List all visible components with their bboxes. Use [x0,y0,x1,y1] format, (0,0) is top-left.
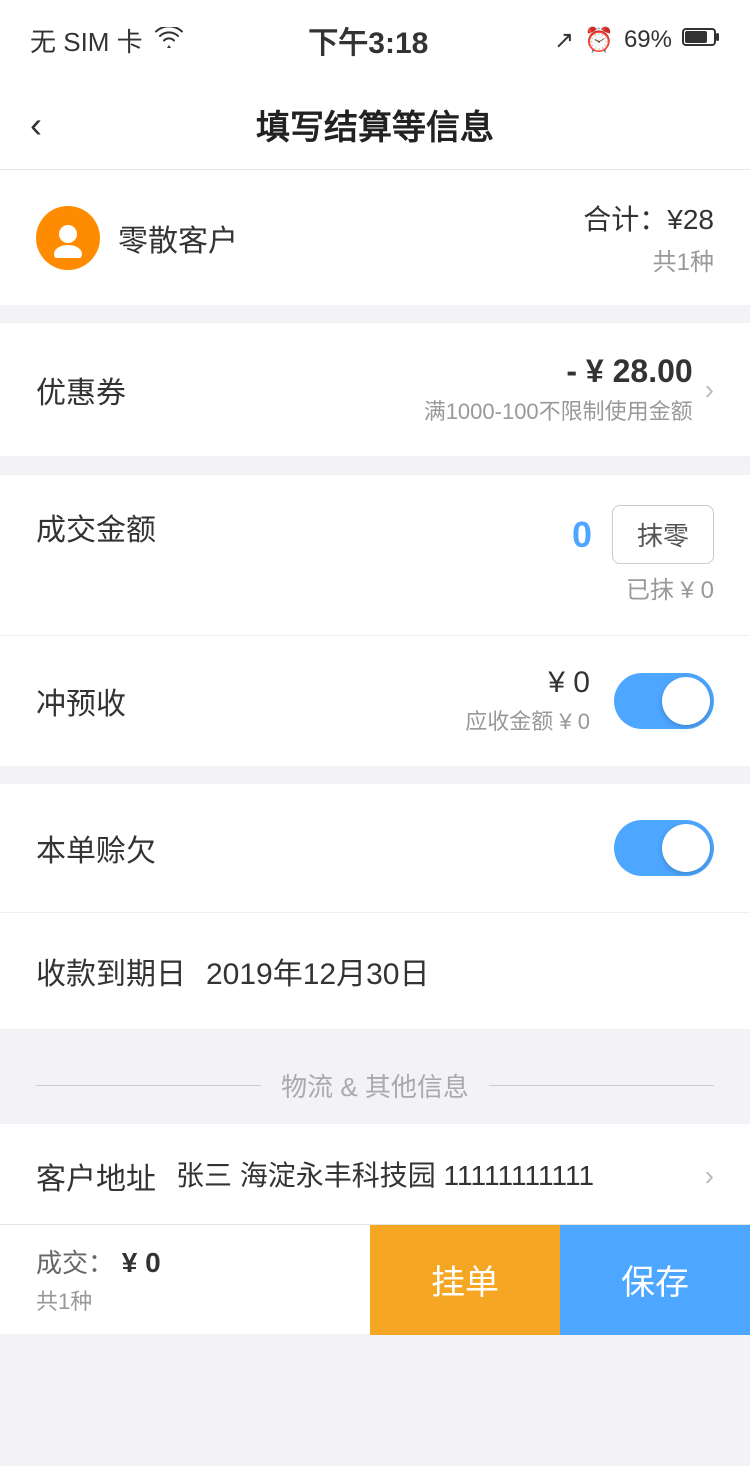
coupon-section: 优惠券 - ¥ 28.00 满1000-100不限制使用金额 › [0,323,750,457]
coupon-chevron: › [705,374,714,406]
coupon-discount: - ¥ 28.00 [424,353,693,390]
prereceive-row: 冲预收 ¥ 0 应收金额 ¥ 0 [0,636,750,766]
coupon-row[interactable]: 优惠券 - ¥ 28.00 满1000-100不限制使用金额 › [0,323,750,457]
nav-title: 填写结算等信息 [256,100,494,149]
prereceive-right: ¥ 0 应收金额 ¥ 0 [465,666,714,736]
battery-percent: 69% [624,26,672,54]
address-section: 客户地址 张三 海淀永丰科技园 11111111111 › [0,1124,750,1228]
prereceive-label: 冲预收 [36,679,126,723]
customer-total: 合计：¥28 共1种 [583,198,714,277]
debt-label: 本单赊欠 [36,826,156,870]
save-button[interactable]: 保存 [560,1225,750,1335]
total-count: 共1种 [583,242,714,277]
back-button[interactable]: ‹ [30,104,42,146]
customer-left: 零散客户 [36,206,238,270]
debt-toggle-knob [662,824,710,872]
toggle-knob [662,677,710,725]
due-date-value: 2019年12月30日 [206,949,429,993]
customer-row: 零散客户 合计：¥28 共1种 [0,170,750,305]
address-value: 张三 海淀永丰科技园 11111111111 [176,1154,705,1194]
wifi-icon [155,25,183,56]
divider-line-right [489,1085,714,1086]
bottom-deal-row: 成交： ¥ 0 [36,1243,334,1280]
coupon-label: 优惠券 [36,368,126,412]
amount-section: 成交金额 0 抹零 已抹 ¥ 0 冲预收 ¥ 0 应收金额 ¥ 0 [0,475,750,766]
prereceive-subtext: 应收金额 ¥ 0 [465,704,590,736]
total-amount: 合计：¥28 [583,198,714,238]
bottom-deal-amount: ¥ 0 [122,1247,161,1278]
prereceive-toggle[interactable] [614,673,714,729]
debt-toggle[interactable] [614,820,714,876]
address-label: 客户地址 [36,1154,156,1198]
avatar [36,206,100,270]
nav-bar: ‹ 填写结算等信息 [0,80,750,170]
amount-row: 成交金额 0 抹零 已抹 ¥ 0 [0,475,750,636]
location-icon: ↗ [554,26,574,55]
status-bar: 无 SIM 卡 下午3:18 ↗ ⏰ 69% [0,0,750,80]
due-label: 收款到期日 [36,949,186,993]
round-button[interactable]: 抹零 [612,505,714,564]
amount-value: 0 [572,514,592,556]
already-rounded: 已抹 ¥ 0 [572,570,714,605]
address-row[interactable]: 客户地址 张三 海淀永丰科技园 11111111111 › [0,1124,750,1228]
address-left: 客户地址 张三 海淀永丰科技园 11111111111 [36,1154,705,1198]
logistics-divider: 物流 & 其他信息 [0,1047,750,1124]
prereceive-amounts: ¥ 0 应收金额 ¥ 0 [465,666,590,736]
alarm-icon: ⏰ [584,26,614,55]
bottom-bar: 成交： ¥ 0 共1种 挂单 保存 [0,1224,750,1334]
battery-icon [682,26,720,54]
due-date-row: 收款到期日 2019年12月30日 [0,913,750,1029]
bottom-info: 成交： ¥ 0 共1种 [0,1243,370,1316]
bottom-count: 共1种 [36,1284,334,1316]
logistics-label: 物流 & 其他信息 [281,1067,469,1104]
amount-right: 0 抹零 [572,505,714,564]
customer-section: 零散客户 合计：¥28 共1种 [0,170,750,305]
status-time: 下午3:18 [308,18,428,62]
prereceive-value: ¥ 0 [465,666,590,700]
customer-name: 零散客户 [118,216,238,260]
status-right: ↗ ⏰ 69% [554,26,720,55]
debt-section: 本单赊欠 收款到期日 2019年12月30日 [0,784,750,1029]
amount-label: 成交金额 [36,505,156,549]
debt-row: 本单赊欠 [0,784,750,913]
carrier-label: 无 SIM 卡 [30,22,143,59]
status-left: 无 SIM 卡 [30,22,183,59]
hang-button[interactable]: 挂单 [370,1225,560,1335]
bottom-deal-label: 成交： [36,1248,114,1278]
coupon-subtext: 满1000-100不限制使用金额 [424,394,693,426]
address-chevron: › [705,1160,714,1192]
divider-line-left [36,1085,261,1086]
